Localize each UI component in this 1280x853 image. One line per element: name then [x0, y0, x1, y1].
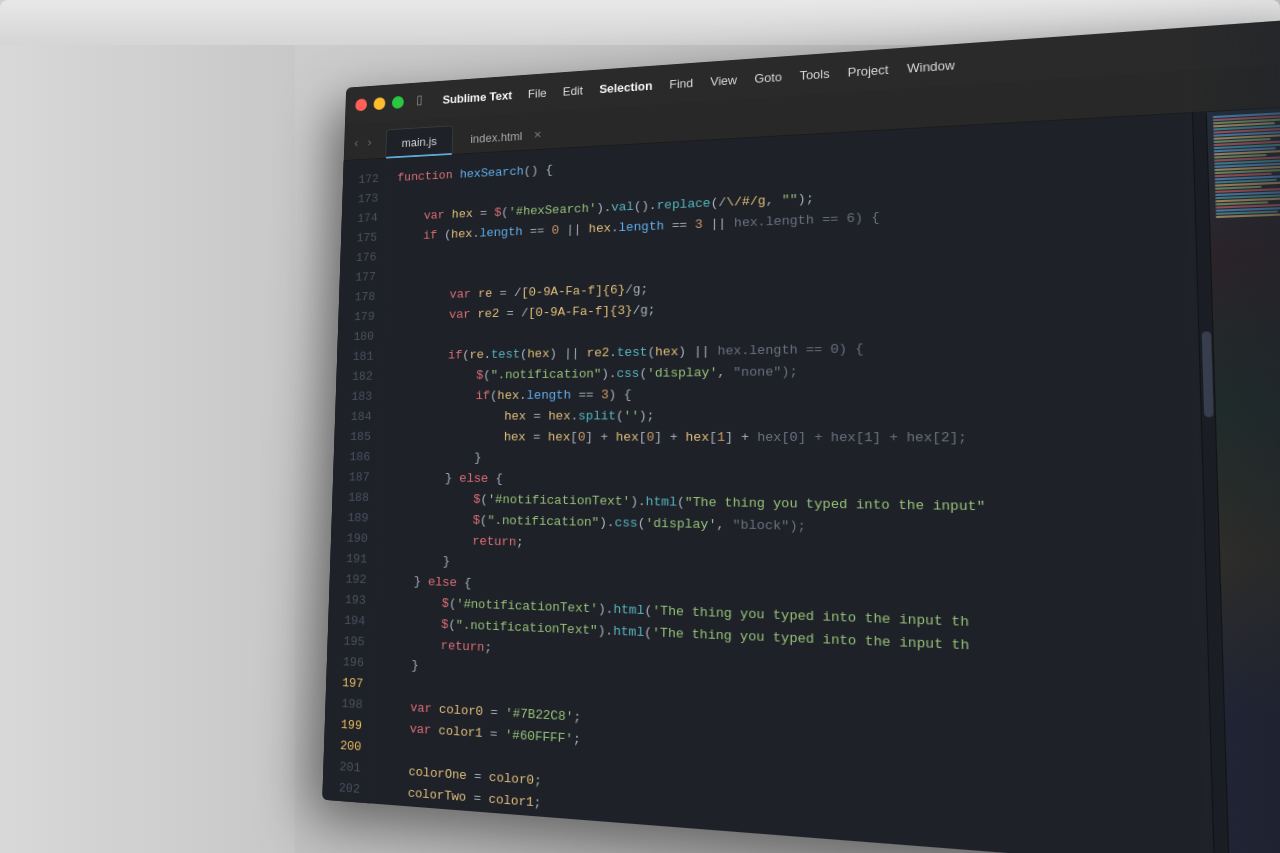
line-num-184: 184	[350, 407, 371, 427]
line-num-188: 188	[348, 488, 369, 509]
line-num-199: 199	[340, 715, 362, 737]
code-content: function hexSearch() { var hex = $('#hex…	[370, 113, 1214, 853]
line-num-173: 173	[358, 189, 379, 209]
line-num-194: 194	[344, 611, 366, 633]
menu-item-tools[interactable]: Tools	[800, 66, 830, 82]
editor: 172 173 174 175 176 177 178 179 180 181 …	[322, 106, 1280, 853]
line-num-191: 191	[346, 549, 367, 570]
line-num-200: 200	[340, 736, 362, 758]
tab-main-js-label: main.js	[402, 134, 437, 149]
line-num-175: 175	[356, 228, 377, 248]
menu-item-selection[interactable]: Selection	[599, 78, 652, 95]
line-num-179: 179	[354, 307, 375, 327]
line-num-201: 201	[339, 757, 361, 780]
laptop-wrapper:  Sublime Text File Edit Selection Find …	[0, 0, 1280, 853]
line-num-190: 190	[347, 529, 368, 550]
menu-item-view[interactable]: View	[710, 72, 737, 88]
line-num-203: 203	[338, 799, 360, 822]
line-num-187: 187	[349, 468, 370, 489]
line-num-198: 198	[341, 694, 363, 716]
line-num-189: 189	[347, 508, 368, 529]
code-area: 172 173 174 175 176 177 178 179 180 181 …	[322, 113, 1214, 853]
line-num-186: 186	[349, 447, 370, 467]
line-num-185: 185	[350, 427, 371, 447]
maximize-button[interactable]	[392, 96, 404, 109]
menu-item-file[interactable]: File	[528, 86, 547, 101]
line-num-181: 181	[352, 347, 373, 367]
laptop-frame-left	[0, 45, 295, 853]
menu-item-project[interactable]: Project	[848, 62, 889, 79]
minimize-button[interactable]	[373, 97, 385, 110]
line-num-202: 202	[338, 778, 360, 801]
minimap-lines	[1213, 106, 1280, 223]
apple-icon: 	[417, 93, 422, 109]
tab-main-js[interactable]: main.js	[385, 125, 453, 157]
nav-forward-icon[interactable]: ›	[367, 134, 372, 149]
line-num-192: 192	[345, 569, 366, 590]
line-num-178: 178	[354, 287, 375, 307]
line-num-182: 182	[352, 367, 373, 387]
traffic-lights	[355, 96, 404, 112]
line-num-177: 177	[355, 268, 376, 288]
screen-container:  Sublime Text File Edit Selection Find …	[322, 18, 1280, 853]
line-num-195: 195	[343, 631, 365, 653]
code-line-185: hex = hex[0] + hex[0] + hex[1] + hex[0] …	[389, 427, 1178, 451]
close-button[interactable]	[355, 98, 367, 111]
line-num-172: 172	[358, 170, 379, 191]
tab-close-icon[interactable]: ✕	[531, 128, 544, 141]
menu-item-app[interactable]: Sublime Text	[442, 88, 512, 106]
menu-item-window[interactable]: Window	[907, 57, 955, 75]
line-num-197: 197	[342, 673, 364, 695]
code-line-184: hex = hex.split('');	[390, 403, 1178, 427]
menu-item-goto[interactable]: Goto	[754, 69, 781, 85]
line-num-174: 174	[357, 209, 378, 229]
line-num-196: 196	[343, 652, 365, 674]
nav-back-icon[interactable]: ‹	[354, 135, 359, 150]
line-num-193: 193	[345, 590, 367, 611]
line-num-176: 176	[356, 248, 377, 268]
menu-item-find[interactable]: Find	[669, 75, 693, 91]
line-num-180: 180	[353, 327, 374, 347]
menu-item-edit[interactable]: Edit	[563, 83, 583, 98]
line-num-183: 183	[351, 387, 372, 407]
tab-index-html-label: index.html	[470, 129, 522, 146]
